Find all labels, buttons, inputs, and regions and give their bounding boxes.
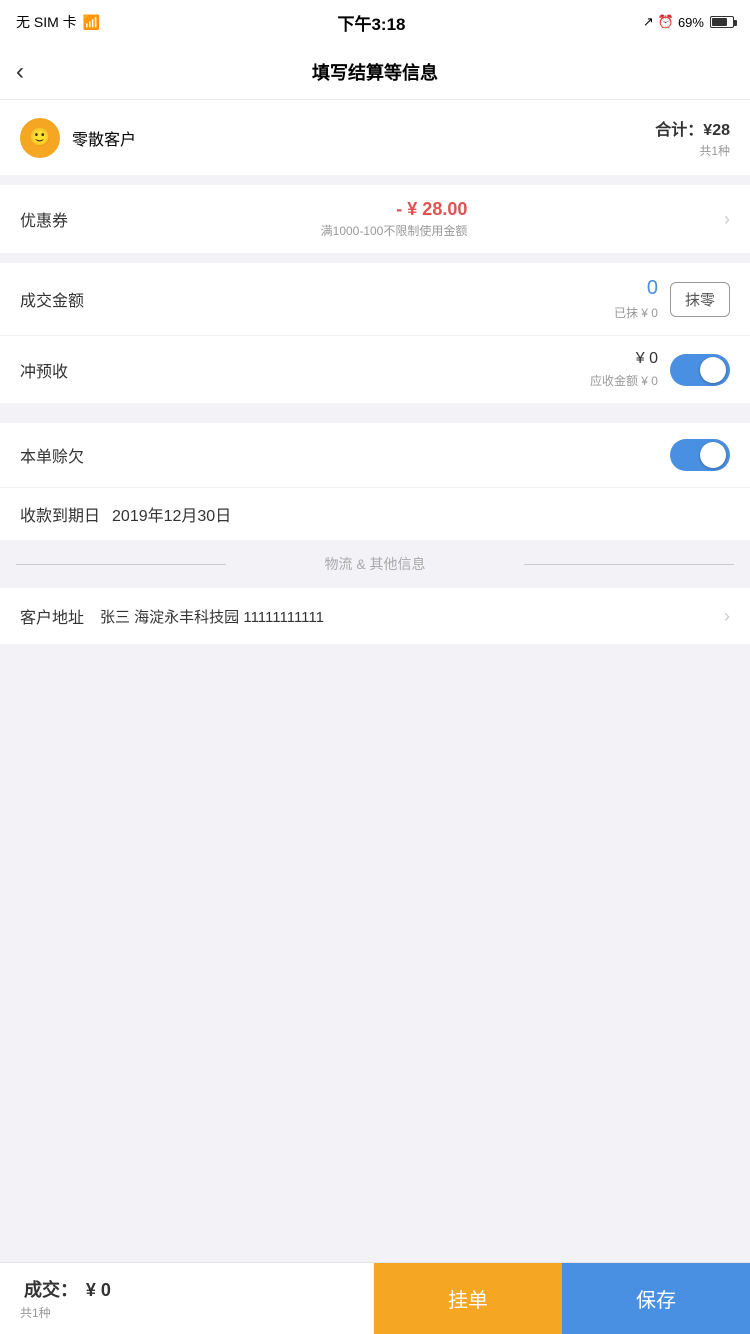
toggle-thumb — [700, 357, 726, 383]
coupon-row[interactable]: 优惠券 - ¥ 28.00 满1000-100不限制使用金额 › — [0, 185, 750, 253]
toggle-track — [670, 354, 730, 386]
bottom-info: 成交： ¥ 0 共1种 — [0, 1276, 374, 1321]
address-chevron: › — [724, 606, 730, 627]
transaction-row: 成交金额 0 已抹 ¥ 0 抹零 — [0, 263, 750, 335]
transaction-label: 成交金额 — [20, 287, 84, 311]
location-icon: ↗ — [643, 14, 654, 30]
status-right: ↗ ⏰ 69% — [643, 14, 734, 30]
debt-row: 本单赊欠 — [0, 423, 750, 487]
debt-section: 本单赊欠 收款到期日 2019年12月30日 — [0, 423, 750, 540]
customer-row: 🙂 零散客户 合计：¥28 共1种 — [0, 100, 750, 175]
wifi-icon: 📶 — [83, 14, 100, 31]
round-button[interactable]: 抹零 — [670, 282, 730, 317]
empty-area — [0, 644, 750, 844]
customer-name: 零散客户 — [72, 126, 136, 150]
transaction-input-area: 0 已抹 ¥ 0 — [614, 277, 658, 321]
total-label: 合计：¥28 — [655, 116, 730, 140]
debt-toggle-track — [670, 439, 730, 471]
logistics-header-text: 物流 & 其他信息 — [324, 556, 425, 572]
address-row[interactable]: 客户地址 张三 海淀永丰科技园 11111111111 › — [0, 588, 750, 644]
status-bar: 无 SIM 卡 📶 下午3:18 ↗ ⏰ 69% — [0, 0, 750, 44]
customer-left: 🙂 零散客户 — [20, 118, 136, 158]
prepay-right: ¥ 0 应收金额 ¥ 0 — [590, 350, 730, 389]
prepay-toggle[interactable] — [670, 354, 730, 386]
logistics-header: 物流 & 其他信息 — [0, 540, 750, 588]
coupon-label: 优惠券 — [20, 207, 68, 231]
transaction-sub: 已抹 ¥ 0 — [614, 304, 658, 321]
coupon-chevron: › — [724, 209, 730, 230]
due-date-row: 收款到期日 2019年12月30日 — [0, 487, 750, 540]
back-button[interactable]: ‹ — [16, 58, 24, 86]
transaction-section: 成交金额 0 已抹 ¥ 0 抹零 冲预收 ¥ 0 应收金额 ¥ 0 — [0, 263, 750, 403]
total-count: 共1种 — [655, 142, 730, 159]
hold-button[interactable]: 挂单 — [374, 1263, 562, 1334]
address-section: 客户地址 张三 海淀永丰科技园 11111111111 › — [0, 588, 750, 644]
bottom-count: 共1种 — [20, 1304, 354, 1321]
content: 🙂 零散客户 合计：¥28 共1种 优惠券 - ¥ 28.00 满1000-10… — [0, 100, 750, 924]
nav-bar: ‹ 填写结算等信息 — [0, 44, 750, 100]
sim-status: 无 SIM 卡 — [16, 12, 77, 32]
due-date-label: 收款到期日 — [20, 502, 100, 526]
avatar: 🙂 — [20, 118, 60, 158]
customer-section: 🙂 零散客户 合计：¥28 共1种 — [0, 100, 750, 175]
coupon-right: - ¥ 28.00 满1000-100不限制使用金额 — [321, 199, 468, 239]
bottom-bar: 成交： ¥ 0 共1种 挂单 保存 — [0, 1262, 750, 1334]
prepay-sub: 应收金额 ¥ 0 — [590, 372, 658, 389]
address-value: 张三 海淀永丰科技园 11111111111 — [100, 606, 708, 627]
prepay-row: 冲预收 ¥ 0 应收金额 ¥ 0 — [0, 335, 750, 403]
bottom-deal: 成交： ¥ 0 — [20, 1276, 354, 1302]
prepay-value: ¥ 0 — [636, 350, 658, 368]
prepay-input-area: ¥ 0 应收金额 ¥ 0 — [590, 350, 658, 389]
page-title: 填写结算等信息 — [312, 59, 438, 85]
debt-toggle[interactable] — [670, 439, 730, 471]
prepay-label: 冲预收 — [20, 358, 68, 382]
status-time: 下午3:18 — [337, 10, 405, 35]
debt-toggle-thumb — [700, 442, 726, 468]
due-date-value: 2019年12月30日 — [112, 502, 231, 526]
battery-percent: 69% — [678, 15, 704, 30]
debt-label: 本单赊欠 — [20, 443, 84, 467]
transaction-value[interactable]: 0 — [647, 277, 658, 300]
address-label: 客户地址 — [20, 604, 84, 628]
customer-right: 合计：¥28 共1种 — [655, 116, 730, 159]
divider-1 — [0, 413, 750, 423]
alarm-icon: ⏰ — [658, 14, 674, 30]
transaction-right: 0 已抹 ¥ 0 抹零 — [614, 277, 730, 321]
coupon-value: - ¥ 28.00 — [396, 199, 467, 220]
status-left: 无 SIM 卡 📶 — [16, 12, 100, 32]
coupon-sub: 满1000-100不限制使用金额 — [321, 222, 468, 239]
coupon-section: 优惠券 - ¥ 28.00 满1000-100不限制使用金额 › — [0, 185, 750, 253]
save-button[interactable]: 保存 — [562, 1263, 750, 1334]
battery-icon — [710, 16, 734, 28]
